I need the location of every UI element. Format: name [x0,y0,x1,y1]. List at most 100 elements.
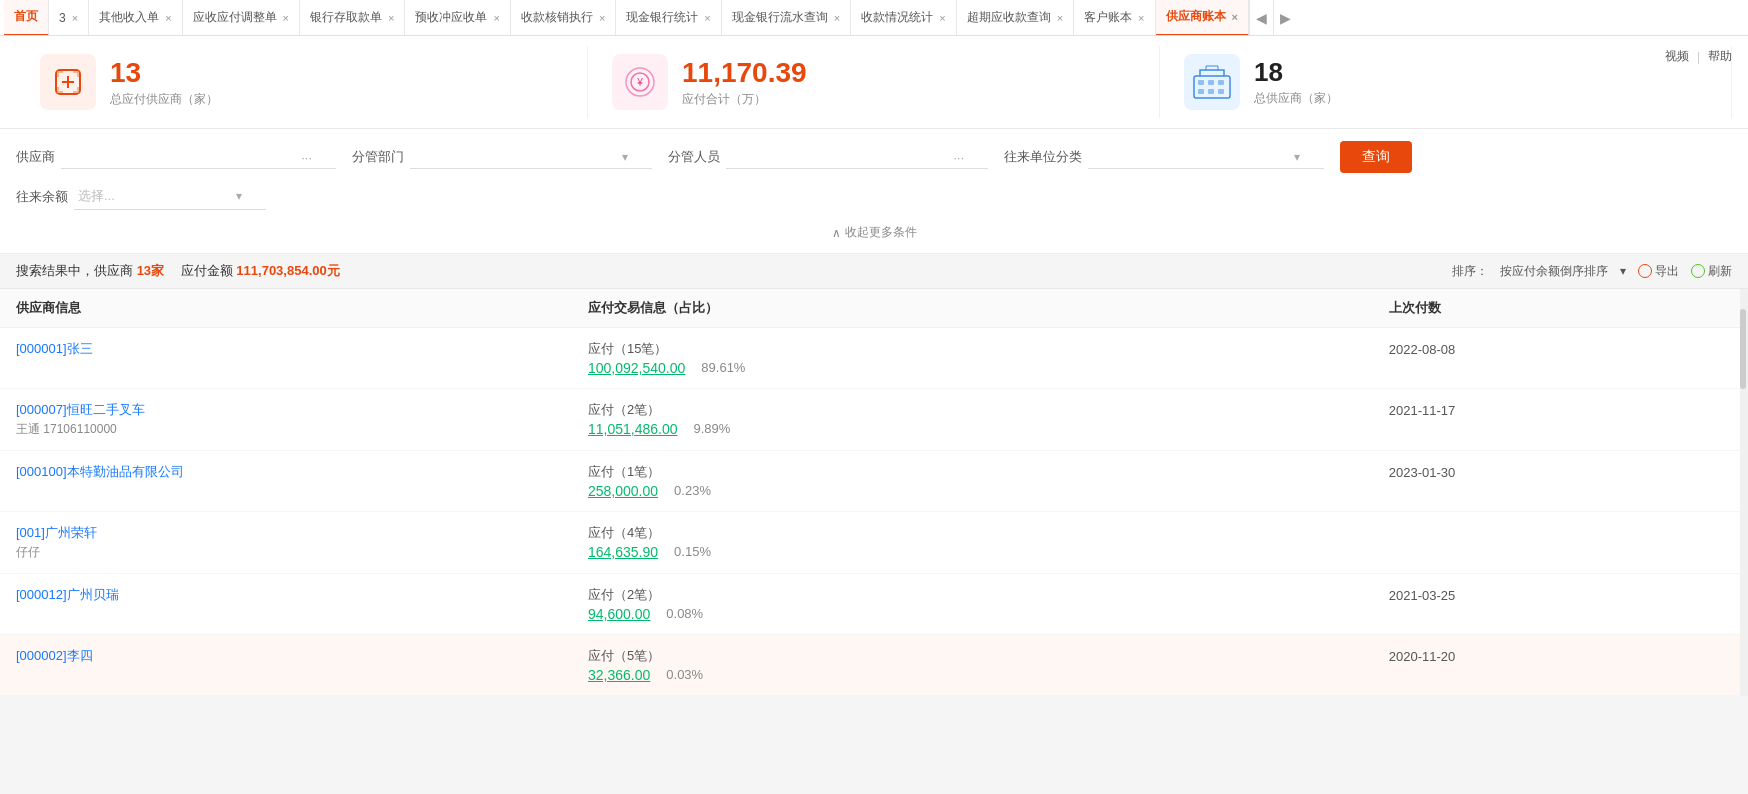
last-pay-4: 2021-03-25 [1389,586,1732,603]
close-icon[interactable]: × [1232,11,1238,23]
nav-tab-overdue-ar[interactable]: 超期应收款查询 × [957,0,1074,36]
main-content: 供应商信息 应付交易信息（占比） 上次付数 [000001]张三 应付（15笔）… [0,289,1748,696]
dept-select-wrap[interactable]: ▾ [410,146,652,169]
sort-value[interactable]: 按应付余额倒序排序 [1500,263,1608,280]
balance-select-wrap[interactable]: 选择... ▾ [74,183,266,210]
supplier-link-3[interactable]: [001]广州荣轩 [16,525,97,540]
summary-card-payable-suppliers: 13 总应付供应商（家） [16,46,588,118]
trade-amount-2[interactable]: 258,000.00 [588,483,658,499]
table-header: 供应商信息 应付交易信息（占比） 上次付数 [0,289,1748,328]
supplier-link-4[interactable]: [000012]广州贝瑞 [16,587,119,602]
category-chevron-icon[interactable]: ▾ [1294,150,1300,164]
nav-tab-other-income[interactable]: 其他收入单 × [89,0,182,36]
col-header-supplier: 供应商信息 [16,299,588,317]
sort-chevron-icon[interactable]: ▾ [1620,264,1626,278]
close-icon[interactable]: × [165,12,171,24]
sort-label: 排序： [1452,263,1488,280]
payable-suppliers-icon [40,54,96,110]
supplier-label: 供应商 [16,148,55,166]
supplier-name-1[interactable]: [000007]恒旺二手叉车 [16,401,588,419]
person-input[interactable] [726,145,988,169]
nav-tab-cash-bank-flow-label: 现金银行流水查询 [732,9,828,26]
summary-card-total-suppliers: 18 总供应商（家） [1160,46,1732,118]
nav-tab-customer-ledger-label: 客户账本 [1084,9,1132,26]
help-link[interactable]: 帮助 [1708,48,1732,65]
nav-tab-ar-ap-adjust[interactable]: 应收应付调整单 × [183,0,300,36]
trade-row-0: 100,092,540.00 89.61% [588,358,1389,376]
refresh-button[interactable]: 刷新 [1691,263,1732,280]
payable-total-icon: ¥ [612,54,668,110]
video-link[interactable]: 视频 [1665,48,1689,65]
trade-amount-4[interactable]: 94,600.00 [588,606,650,622]
results-info-prefix: 搜索结果中，供应商 [16,263,133,278]
supplier-info-0: [000001]张三 [16,340,588,358]
nav-tab-cash-bank-flow[interactable]: 现金银行流水查询 × [722,0,851,36]
dept-chevron-icon[interactable]: ▾ [622,150,628,164]
links-divider: | [1697,50,1700,64]
supplier-input-wrap: ··· [61,145,336,169]
export-button[interactable]: 导出 [1638,263,1679,280]
nav-tab-3-close[interactable]: × [72,12,78,24]
supplier-name-0[interactable]: [000001]张三 [16,340,588,358]
trade-amount-5[interactable]: 32,366.00 [588,667,650,683]
results-actions: 排序： 按应付余额倒序排序 ▾ 导出 刷新 [1452,263,1732,280]
trade-info-1: 应付（2笔） 11,051,486.00 9.89% [588,401,1389,437]
supplier-link-5[interactable]: [000002]李四 [16,648,93,663]
filter-collapse-btn[interactable]: ∧ 收起更多条件 [16,220,1732,245]
nav-tab-3-label: 3 [59,11,66,25]
close-icon[interactable]: × [939,12,945,24]
total-suppliers-icon [1184,54,1240,110]
supplier-link-1[interactable]: [000007]恒旺二手叉车 [16,402,145,417]
refresh-label: 刷新 [1708,263,1732,280]
trade-amount-3[interactable]: 164,635.90 [588,544,658,560]
nav-prev-arrow[interactable]: ◀ [1249,0,1273,36]
query-button[interactable]: 查询 [1340,141,1412,173]
nav-tab-collection-stat[interactable]: 收款情况统计 × [851,0,956,36]
nav-tab-bank-deposit[interactable]: 银行存取款单 × [300,0,405,36]
balance-chevron-icon[interactable]: ▾ [236,189,242,203]
trade-pct-1: 9.89% [694,421,731,436]
supplier-name-3[interactable]: [001]广州荣轩 [16,524,588,542]
close-icon[interactable]: × [388,12,394,24]
filter-row-1: 供应商 ··· 分管部门 ▾ 分管人员 ··· 往来单位分类 [16,141,1732,173]
nav-tab-3[interactable]: 3 × [49,0,89,36]
supplier-link-2[interactable]: [000100]本特勤油品有限公司 [16,464,184,479]
nav-next-arrow[interactable]: ▶ [1273,0,1297,36]
close-icon[interactable]: × [1057,12,1063,24]
total-suppliers-number: 18 [1254,57,1338,88]
supplier-dots-icon[interactable]: ··· [301,150,312,165]
nav-tab-supplier-ledger[interactable]: 供应商账本 × [1156,0,1249,36]
category-select-wrap[interactable]: ▾ [1088,146,1324,169]
trade-label-0: 应付（15笔） [588,340,1389,358]
nav-tab-prepay-ar-label: 预收冲应收单 [415,9,487,26]
filter-dept: 分管部门 ▾ [352,146,652,169]
svg-rect-5 [1198,80,1204,85]
supplier-name-4[interactable]: [000012]广州贝瑞 [16,586,588,604]
scrollbar-thumb[interactable] [1740,309,1746,389]
supplier-name-5[interactable]: [000002]李四 [16,647,588,665]
table-row: [000100]本特勤油品有限公司 应付（1笔） 258,000.00 0.23… [0,451,1748,512]
nav-tab-collection-exec[interactable]: 收款核销执行 × [511,0,616,36]
nav-tab-home[interactable]: 首页 [4,0,49,36]
person-dots-icon[interactable]: ··· [953,150,964,165]
trade-amount-0[interactable]: 100,092,540.00 [588,360,685,376]
nav-tab-bank-deposit-label: 银行存取款单 [310,9,382,26]
supplier-link-0[interactable]: [000001]张三 [16,341,93,356]
close-icon[interactable]: × [283,12,289,24]
close-icon[interactable]: × [599,12,605,24]
close-icon[interactable]: × [834,12,840,24]
trade-label-2: 应付（1笔） [588,463,1389,481]
trade-row-3: 164,635.90 0.15% [588,542,1389,560]
nav-tab-prepay-ar[interactable]: 预收冲应收单 × [405,0,510,36]
supplier-name-2[interactable]: [000100]本特勤油品有限公司 [16,463,588,481]
trade-amount-1[interactable]: 11,051,486.00 [588,421,678,437]
scrollbar-track[interactable] [1740,289,1748,696]
close-icon[interactable]: × [1138,12,1144,24]
close-icon[interactable]: × [493,12,499,24]
close-icon[interactable]: × [704,12,710,24]
nav-tab-cash-bank-stat[interactable]: 现金银行统计 × [616,0,721,36]
supplier-input[interactable] [61,145,336,169]
nav-tab-customer-ledger[interactable]: 客户账本 × [1074,0,1155,36]
nav-tab-other-income-label: 其他收入单 [99,9,159,26]
supplier-sub-1: 王通 17106110000 [16,421,588,438]
